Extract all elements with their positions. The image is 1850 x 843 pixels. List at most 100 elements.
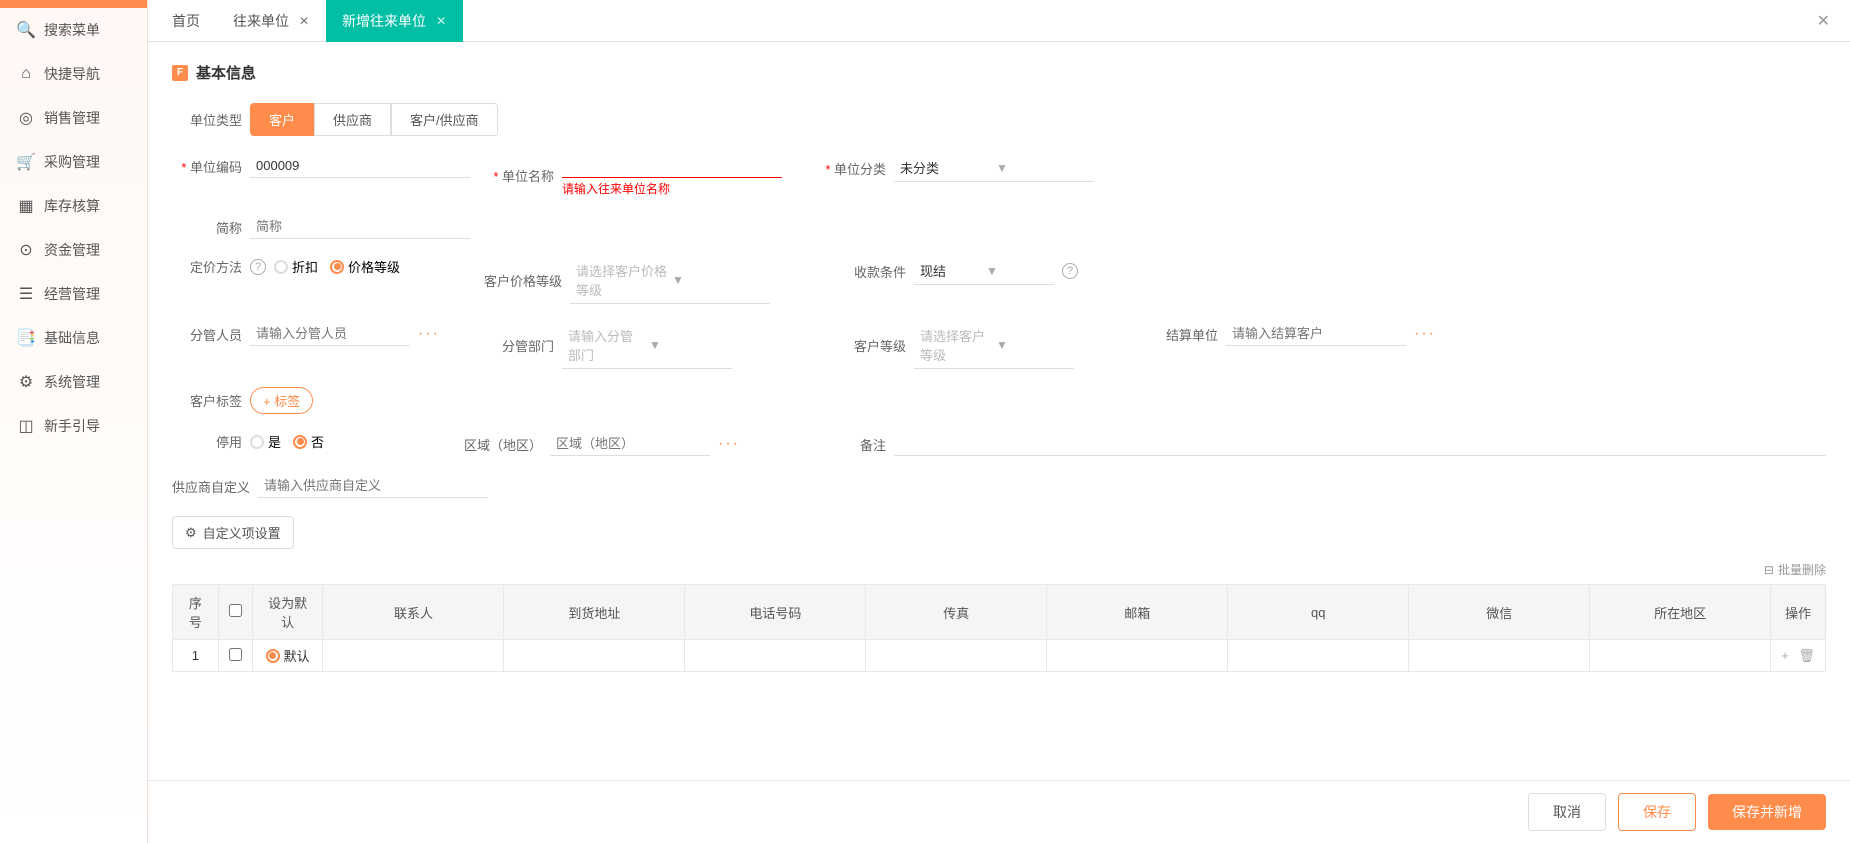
cancel-button[interactable]: 取消 [1528, 793, 1606, 831]
customer-level-label: 客户等级 [836, 336, 906, 355]
pricing-level[interactable]: 价格等级 [330, 257, 400, 276]
payment-terms-select[interactable]: 现结 ▼ [914, 257, 1054, 285]
tab-new-partner[interactable]: 新增往来单位 ✕ [326, 0, 463, 42]
supplier-custom-label: 供应商自定义 [172, 477, 250, 496]
row-region-input[interactable] [1600, 648, 1760, 663]
save-button[interactable]: 保存 [1618, 793, 1696, 831]
row-checkbox-cell [218, 640, 252, 672]
th-action: 操作 [1771, 585, 1826, 640]
sidebar-item-purchase[interactable]: 🛒 采购管理 [0, 140, 147, 184]
sidebar-item-basicinfo[interactable]: 📑 基础信息 [0, 316, 147, 360]
row-qq-input[interactable] [1238, 648, 1398, 663]
row-add-btn[interactable]: + [1781, 648, 1789, 663]
disabled-no[interactable]: 否 [293, 432, 324, 451]
customer-level-placeholder: 请选择客户等级 [920, 326, 992, 364]
custom-settings-label: 自定义项设置 [203, 523, 281, 542]
tab-bar: 首页 往来单位 ✕ 新增往来单位 ✕ ✕ [148, 0, 1850, 42]
home-icon: ⌂ [16, 64, 36, 84]
disabled-yes[interactable]: 是 [250, 432, 281, 451]
pricing-level-radio[interactable] [330, 260, 344, 274]
sidebar-item-quicknav[interactable]: ⌂ 快捷导航 [0, 52, 147, 96]
manager-label: 分管人员 [172, 325, 242, 344]
row-default-radio-item[interactable]: 默认 [263, 646, 313, 665]
row-address-input[interactable] [514, 648, 674, 663]
unit-category-chevron: ▼ [996, 161, 1088, 175]
row-phone-input[interactable] [695, 648, 855, 663]
row-default-radio[interactable] [266, 649, 280, 663]
contacts-table: 序号 设为默认 联系人 到货地址 电话号码 传真 邮箱 qq 微信 所在地区 操… [172, 584, 1826, 672]
inventory-icon: ▦ [16, 196, 36, 216]
row-fax-input[interactable] [876, 648, 1036, 663]
purchase-icon: 🛒 [16, 152, 36, 172]
row-seq: 1 [173, 640, 219, 672]
window-close-button[interactable]: ✕ [1805, 11, 1842, 31]
customer-tag-field: 客户标签 + 标签 [172, 387, 1826, 414]
settlement-unit-field: 结算单位 ··· [1148, 322, 1826, 346]
sidebar-item-guide[interactable]: ◫ 新手引导 [0, 404, 147, 448]
pricing-discount-radio[interactable] [274, 260, 288, 274]
region-more-btn[interactable]: ··· [718, 435, 740, 453]
remark-input[interactable] [894, 432, 1826, 456]
manager-input[interactable] [250, 322, 410, 346]
th-fax: 传真 [866, 585, 1047, 640]
section-icon: F [172, 65, 188, 81]
settlement-more-btn[interactable]: ··· [1414, 325, 1436, 343]
row-checkbox[interactable] [229, 648, 242, 661]
th-contact: 联系人 [323, 585, 504, 640]
region-input[interactable] [550, 432, 710, 456]
pricing-level-label: 价格等级 [348, 257, 400, 276]
sidebar-item-system[interactable]: ⚙ 系统管理 [0, 360, 147, 404]
customer-level-select[interactable]: 请选择客户等级 ▼ [914, 322, 1074, 369]
sidebar-item-inventory[interactable]: ▦ 库存核算 [0, 184, 147, 228]
save-and-new-button[interactable]: 保存并新增 [1708, 794, 1826, 830]
region-field: 区域（地区） ··· [464, 432, 804, 456]
unit-code-label: 单位编码 [172, 157, 242, 176]
dept-field: 分管部门 请输入分管部门 ▼ [484, 322, 824, 369]
tab-partner-list[interactable]: 往来单位 ✕ [217, 0, 326, 42]
row-email-input[interactable] [1057, 648, 1217, 663]
system-icon: ⚙ [16, 372, 36, 392]
settlement-unit-input[interactable] [1226, 322, 1406, 346]
pricing-discount[interactable]: 折扣 [274, 257, 318, 276]
customer-price-level-select[interactable]: 请选择客户价格等级 ▼ [570, 257, 770, 304]
unit-type-both[interactable]: 客户/供应商 [391, 103, 498, 136]
row-wechat-input[interactable] [1419, 648, 1579, 663]
unit-type-customer[interactable]: 客户 [250, 103, 314, 136]
manager-more-btn[interactable]: ··· [418, 325, 440, 343]
customer-tag-row: 客户标签 + 标签 [172, 387, 1826, 414]
pricing-help-icon[interactable]: ? [250, 259, 266, 275]
sidebar-item-business[interactable]: ☰ 经营管理 [0, 272, 147, 316]
sidebar-item-sales[interactable]: ◎ 销售管理 [0, 96, 147, 140]
add-tag-button[interactable]: + 标签 [250, 387, 313, 414]
abbr-input[interactable] [250, 215, 470, 239]
row-contact-input[interactable] [333, 648, 493, 663]
tab-home[interactable]: 首页 [156, 0, 217, 42]
manager-row: 分管人员 ··· 分管部门 请输入分管部门 ▼ 客户等级 请选择客户等级 ▼ 结… [172, 322, 1826, 369]
region-label: 区域（地区） [464, 435, 542, 454]
dept-select[interactable]: 请输入分管部门 ▼ [562, 322, 732, 369]
sidebar-item-finance[interactable]: ⊙ 资金管理 [0, 228, 147, 272]
unit-code-input[interactable] [250, 154, 470, 178]
disabled-yes-radio[interactable] [250, 435, 264, 449]
payment-help-icon[interactable]: ? [1062, 263, 1078, 279]
disabled-options: 是 否 [250, 432, 324, 451]
batch-delete-label[interactable]: 批量删除 [1778, 561, 1826, 578]
select-all-checkbox[interactable] [229, 604, 242, 617]
th-checkbox [218, 585, 252, 640]
unit-category-select[interactable]: 未分类 ▼ [894, 154, 1094, 182]
th-wechat: 微信 [1409, 585, 1590, 640]
basicinfo-icon: 📑 [16, 328, 36, 348]
customer-price-level-field: 客户价格等级 请选择客户价格等级 ▼ [484, 257, 824, 304]
tab-new-partner-close[interactable]: ✕ [436, 14, 446, 28]
custom-settings-button[interactable]: ⚙ 自定义项设置 [172, 516, 294, 549]
supplier-custom-input[interactable] [258, 474, 488, 498]
unit-type-supplier[interactable]: 供应商 [314, 103, 391, 136]
th-default: 设为默认 [252, 585, 323, 640]
disabled-no-radio[interactable] [293, 435, 307, 449]
sidebar-item-search[interactable]: 🔍 搜索菜单 [0, 8, 147, 52]
tab-partner-list-close[interactable]: ✕ [299, 14, 309, 28]
row-delete-btn[interactable]: 🗑 [1798, 648, 1815, 663]
unit-name-input[interactable] [562, 154, 782, 178]
business-icon: ☰ [16, 284, 36, 304]
main-area: 首页 往来单位 ✕ 新增往来单位 ✕ ✕ F 基本信息 单位类型 客户 供应商 … [148, 0, 1850, 843]
